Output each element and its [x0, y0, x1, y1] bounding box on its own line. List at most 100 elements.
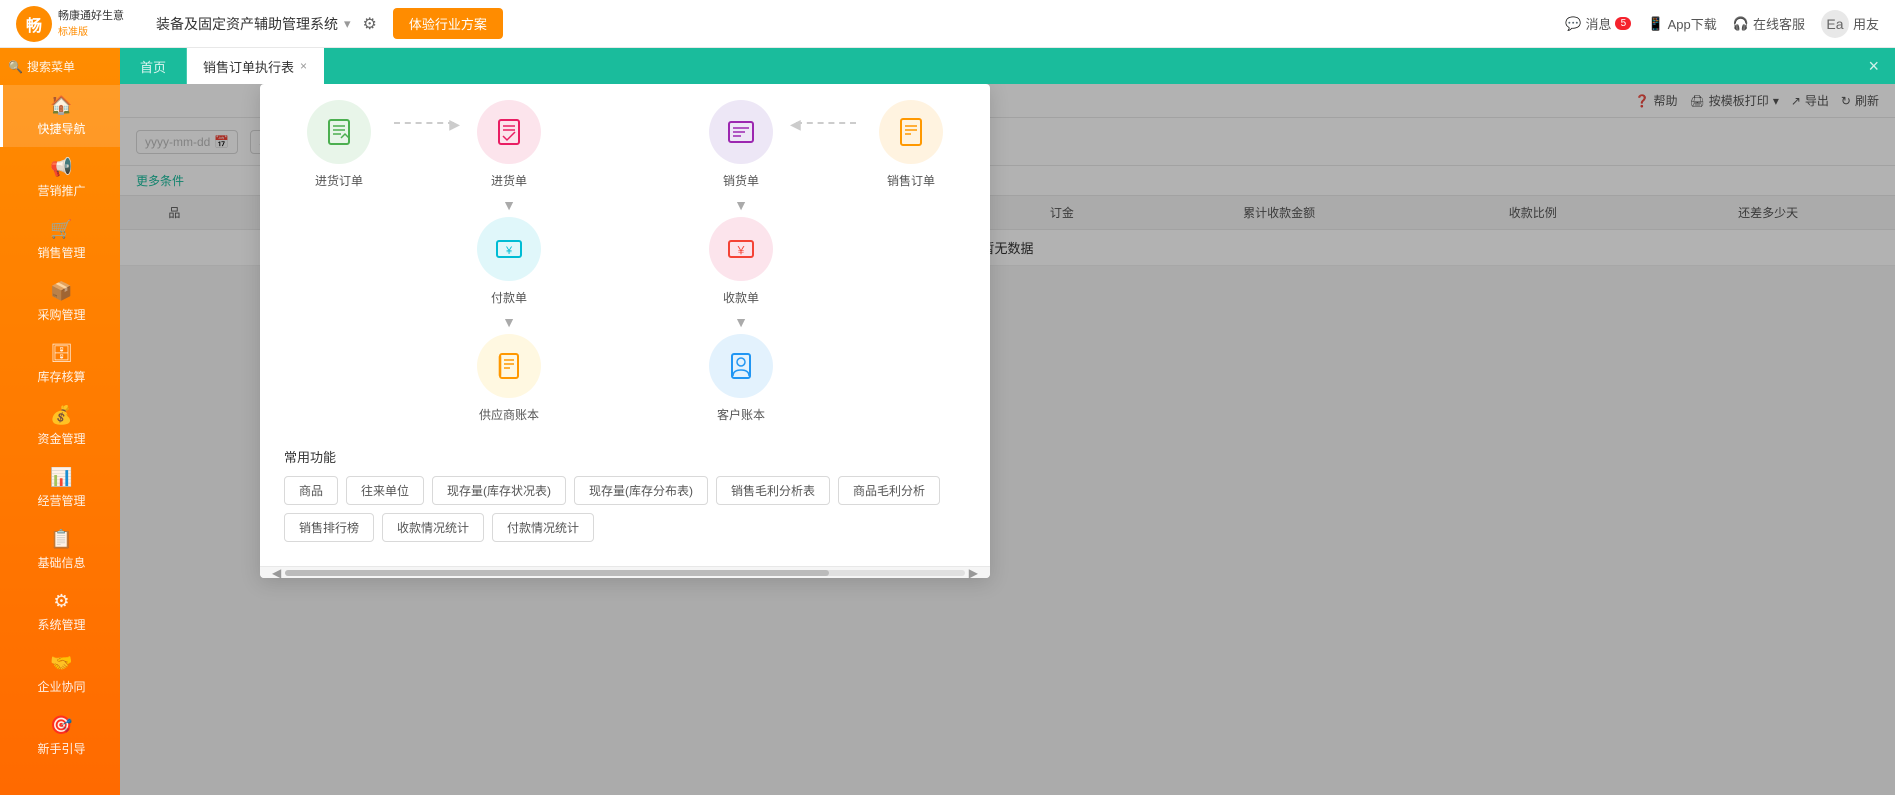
inventory-icon: 🗄 — [50, 343, 73, 364]
sidebar-item-label: 系统管理 — [37, 616, 85, 633]
flow-row-1: 进货订单 ▶ — [284, 100, 966, 189]
sidebar-item-inventory[interactable]: 🗄 库存核算 — [0, 333, 120, 395]
scrollbar-thumb — [285, 570, 829, 576]
sidebar-item-label: 基础信息 — [37, 554, 85, 571]
content-area: 首页 销售订单执行表 × × ❓ 帮助 🖨 按模板打印 ▾ — [120, 48, 1895, 795]
popup-card: 进货订单 ▶ — [260, 84, 990, 578]
flow-item-sales-order[interactable]: 销售订单 — [856, 100, 966, 189]
arrow-so-to-sb: ◀ — [796, 100, 856, 124]
online-service-item[interactable]: 🎧 在线客服 — [1733, 14, 1805, 33]
svg-text:￥: ￥ — [736, 245, 747, 257]
sidebar-item-operation[interactable]: 📊 经营管理 — [0, 457, 120, 519]
avatar: Ea — [1821, 10, 1849, 38]
func-btn-product-profit[interactable]: 商品毛利分析 — [838, 476, 940, 505]
func-btn-row-2: 销售排行榜 收款情况统计 付款情况统计 — [284, 513, 966, 542]
message-label: 消息 — [1585, 14, 1611, 33]
flow-arrows-down-row: ▼ ▼ — [284, 197, 966, 213]
arrow-down-receipt: ▼ — [686, 314, 796, 330]
dropdown-arrow-icon[interactable]: ▾ — [344, 16, 351, 32]
arrow-down-payment: ▼ — [454, 314, 564, 330]
flow-item-purchase-order[interactable]: 进货订单 — [284, 100, 394, 189]
basic-icon: 📋 — [50, 529, 72, 550]
overlay[interactable]: 进货订单 ▶ — [120, 84, 1895, 795]
supplier-ledger-label: 供应商账本 — [479, 406, 539, 423]
func-btn-payment-stats[interactable]: 付款情况统计 — [492, 513, 594, 542]
system-icon: ⚙ — [53, 591, 69, 612]
system-title: 装备及固定资产辅助管理系统 — [156, 14, 338, 34]
scroll-left-icon[interactable]: ◀ — [268, 566, 285, 579]
sidebar-item-basic[interactable]: 📋 基础信息 — [0, 519, 120, 581]
sidebar-item-label: 快捷导航 — [37, 120, 85, 137]
flow-item-sales-bill[interactable]: 销货单 — [686, 100, 796, 189]
mobile-icon: 📱 — [1647, 16, 1663, 32]
func-btn-partner[interactable]: 往来单位 — [346, 476, 424, 505]
logo-text-block: 畅康通好生意 标准版 — [58, 9, 124, 38]
home-icon: 🏠 — [50, 95, 72, 116]
sidebar-item-sales[interactable]: 🛒 销售管理 — [0, 209, 120, 271]
trial-button[interactable]: 体验行业方案 — [393, 8, 503, 39]
sidebar-item-quick-nav[interactable]: 🏠 快捷导航 — [0, 85, 120, 147]
popup-scrollbar: ◀ ▶ — [260, 566, 990, 578]
purchase-bill-circle — [477, 100, 541, 164]
flow-item-customer-ledger[interactable]: 客户账本 — [686, 334, 796, 423]
flow-item-purchase-bill[interactable]: 进货单 — [454, 100, 564, 189]
sidebar-item-label: 营销推广 — [37, 182, 85, 199]
common-functions: 常用功能 商品 往来单位 现存量(库存状况表) 现存量(库存分布表) 销售毛利分… — [260, 447, 990, 566]
app-download-item[interactable]: 📱 App下载 — [1647, 14, 1716, 33]
top-header: 畅 畅康通好生意 标准版 装备及固定资产辅助管理系统 ▾ ⚙ 体验行业方案 💬 … — [0, 0, 1895, 48]
header-right: 💬 消息 5 📱 App下载 🎧 在线客服 Ea 用友 — [1565, 10, 1879, 38]
receipt-label: 收款单 — [723, 289, 759, 306]
func-btn-row-1: 商品 往来单位 现存量(库存状况表) 现存量(库存分布表) 销售毛利分析表 商品… — [284, 476, 966, 505]
func-btn-stock-dist[interactable]: 现存量(库存分布表) — [574, 476, 708, 505]
flow-item-supplier-ledger[interactable]: 供应商账本 — [454, 334, 564, 423]
sidebar-search[interactable]: 🔍 搜索菜单 — [0, 48, 120, 85]
sidebar-item-marketing[interactable]: 📢 营销推广 — [0, 147, 120, 209]
func-btn-receipt-stats[interactable]: 收款情况统计 — [382, 513, 484, 542]
flow-arrows-down-row2: ▼ ▼ — [284, 314, 966, 330]
tab-bar: 首页 销售订单执行表 × × — [120, 48, 1895, 84]
settings-icon[interactable]: ⚙ — [363, 14, 377, 34]
purchase-order-label: 进货订单 — [315, 172, 363, 189]
sidebar-item-label: 销售管理 — [37, 244, 85, 261]
receipt-circle: ￥ — [709, 217, 773, 281]
sales-order-circle — [879, 100, 943, 164]
tab-home-label: 首页 — [140, 57, 166, 76]
online-service-label: 在线客服 — [1753, 14, 1805, 33]
sales-bill-circle — [709, 100, 773, 164]
common-functions-title: 常用功能 — [284, 447, 966, 466]
sidebar-item-guide[interactable]: 🎯 新手引导 — [0, 705, 120, 767]
flow-section: 进货订单 ▶ — [260, 84, 990, 447]
customer-ledger-circle — [709, 334, 773, 398]
page-content: ❓ 帮助 🖨 按模板打印 ▾ ↗ 导出 ↻ 刷新 — [120, 84, 1895, 795]
scroll-right-icon[interactable]: ▶ — [965, 566, 982, 579]
svg-text:¥: ¥ — [505, 245, 513, 257]
enterprise-icon: 🤝 — [50, 653, 72, 674]
func-btn-profit-analysis[interactable]: 销售毛利分析表 — [716, 476, 830, 505]
user-name: 用友 — [1853, 14, 1879, 33]
flow-item-receipt[interactable]: ￥ 收款单 — [686, 217, 796, 306]
tab-sales-order[interactable]: 销售订单执行表 × — [187, 48, 324, 84]
tab-close-all-button[interactable]: × — [1852, 56, 1895, 77]
tab-home[interactable]: 首页 — [120, 48, 187, 84]
func-btn-product[interactable]: 商品 — [284, 476, 338, 505]
func-btn-sales-ranking[interactable]: 销售排行榜 — [284, 513, 374, 542]
flow-item-payment[interactable]: ¥ 付款单 — [454, 217, 564, 306]
sidebar-item-enterprise[interactable]: 🤝 企业协同 — [0, 643, 120, 705]
sidebar-item-label: 采购管理 — [37, 306, 85, 323]
scrollbar-track — [285, 570, 965, 576]
sidebar-item-purchase[interactable]: 📦 采购管理 — [0, 271, 120, 333]
search-label: 搜索菜单 — [27, 58, 75, 75]
message-item[interactable]: 💬 消息 5 — [1565, 14, 1631, 33]
sidebar-item-label: 经营管理 — [37, 492, 85, 509]
tab-close-icon[interactable]: × — [300, 59, 307, 73]
avatar-text: Ea — [1826, 16, 1843, 32]
func-btn-stock-status[interactable]: 现存量(库存状况表) — [432, 476, 566, 505]
sidebar-item-label: 库存核算 — [37, 368, 85, 385]
message-badge: 5 — [1615, 17, 1631, 30]
search-icon: 🔍 — [8, 60, 23, 74]
sidebar-item-finance[interactable]: 💰 资金管理 — [0, 395, 120, 457]
sidebar-item-system[interactable]: ⚙ 系统管理 — [0, 581, 120, 643]
user-item[interactable]: Ea 用友 — [1821, 10, 1879, 38]
service-icon: 🎧 — [1733, 16, 1749, 32]
app-download-label: App下载 — [1668, 14, 1717, 33]
